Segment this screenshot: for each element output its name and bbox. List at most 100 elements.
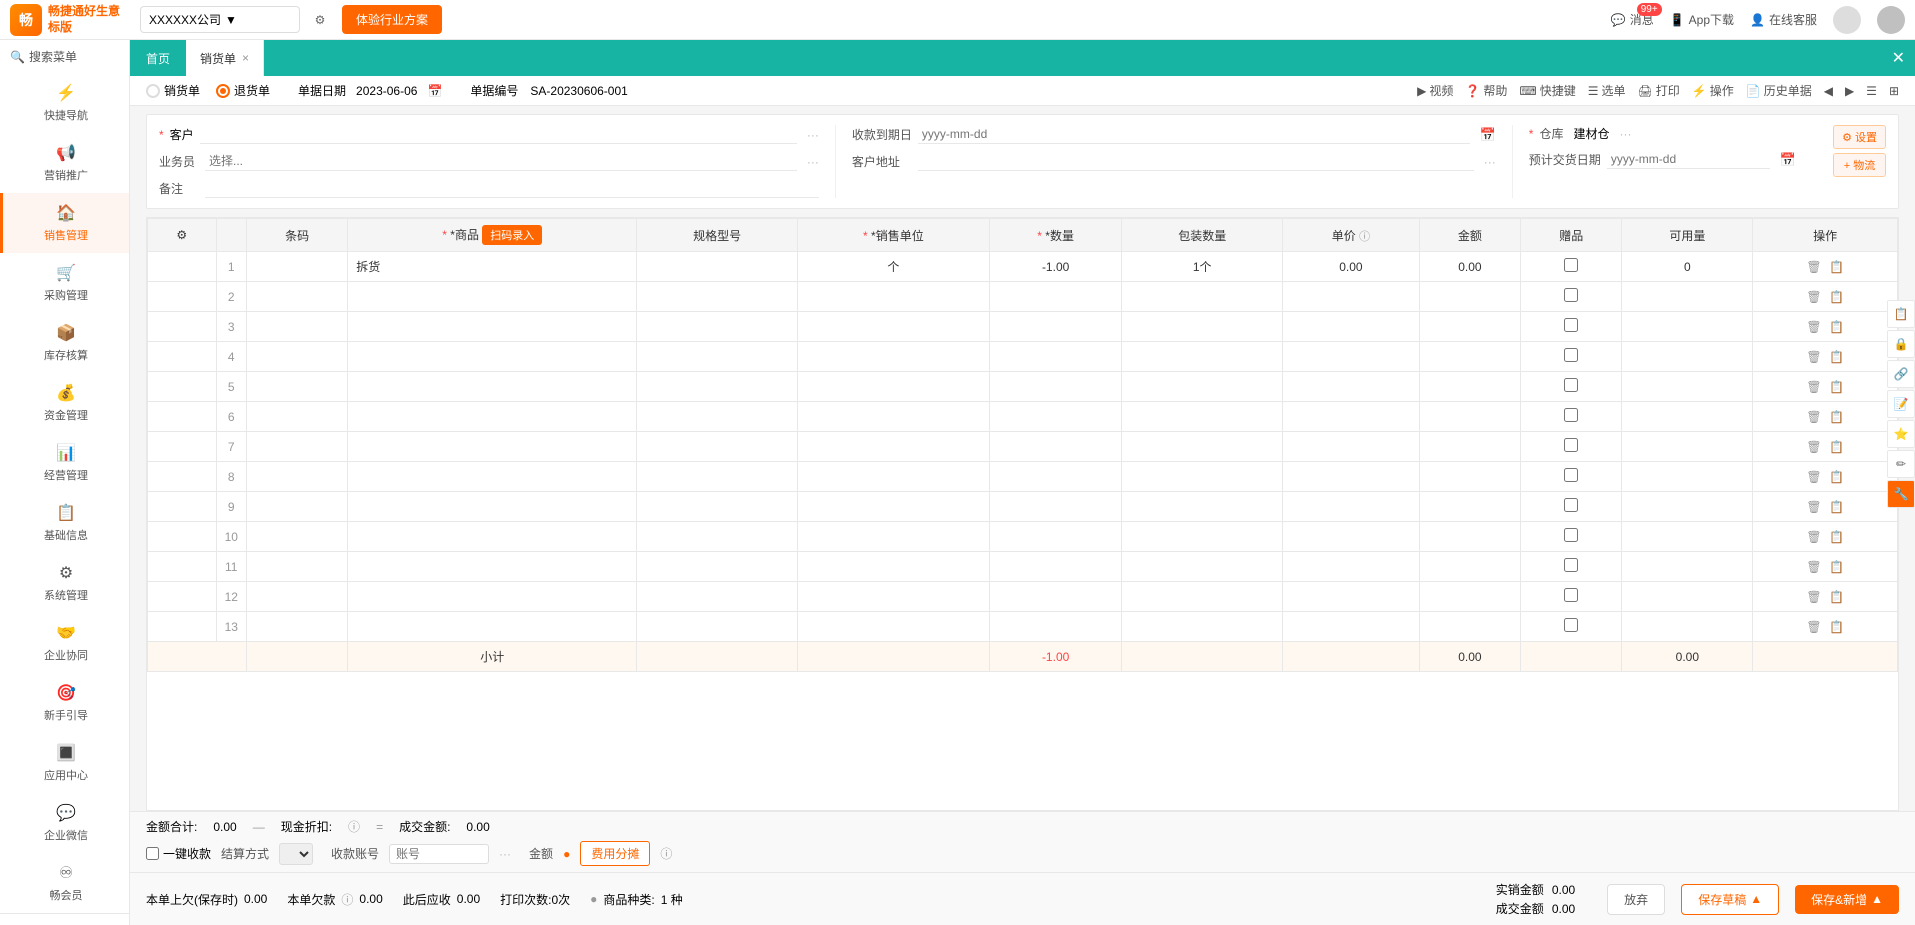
print-btn[interactable]: 🖨 打印: [1638, 82, 1680, 99]
salesperson-dots-icon[interactable]: ···: [807, 155, 819, 169]
tab-close-icon[interactable]: ×: [242, 51, 249, 65]
row-unit-11[interactable]: [797, 582, 989, 612]
view-list-btn[interactable]: ☰: [1866, 84, 1877, 98]
row-spec-6[interactable]: [637, 432, 798, 462]
copy-icon-2[interactable]: 📋: [1829, 320, 1844, 334]
row-unitprice-0[interactable]: 0.00: [1283, 252, 1420, 282]
row-product-5[interactable]: [348, 402, 637, 432]
warehouse-dots-icon[interactable]: ···: [1620, 127, 1632, 141]
gift-checkbox-0[interactable]: [1564, 258, 1578, 272]
row-unit-2[interactable]: [797, 312, 989, 342]
row-product-6[interactable]: [348, 432, 637, 462]
copy-icon-11[interactable]: 📋: [1829, 590, 1844, 604]
sidebar-item-guide[interactable]: 🎯 新手引导: [0, 673, 129, 733]
row-spec-4[interactable]: [637, 372, 798, 402]
row-gift-1[interactable]: [1521, 282, 1622, 312]
row-unit-9[interactable]: [797, 522, 989, 552]
row-packqty-10[interactable]: [1122, 552, 1283, 582]
row-gift-4[interactable]: [1521, 372, 1622, 402]
account-dots-icon[interactable]: ···: [499, 847, 511, 861]
copy-icon-6[interactable]: 📋: [1829, 440, 1844, 454]
row-gift-7[interactable]: [1521, 462, 1622, 492]
row-barcode-11[interactable]: [246, 582, 347, 612]
row-gift-12[interactable]: [1521, 612, 1622, 642]
gift-checkbox-11[interactable]: [1564, 588, 1578, 602]
float-btn-5[interactable]: ⭐: [1887, 420, 1915, 448]
sidebar-item-purchase[interactable]: 🛒 采购管理: [0, 253, 129, 313]
tab-sale-order[interactable]: 销货单 ×: [186, 40, 264, 76]
radio-return[interactable]: 退货单: [216, 82, 270, 99]
gift-checkbox-10[interactable]: [1564, 558, 1578, 572]
row-spec-10[interactable]: [637, 552, 798, 582]
row-packqty-0[interactable]: 1个: [1122, 252, 1283, 282]
delete-icon-9[interactable]: 🗑: [1806, 530, 1821, 544]
row-spec-8[interactable]: [637, 492, 798, 522]
video-btn[interactable]: ▶ 视频: [1417, 82, 1453, 99]
row-unitprice-6[interactable]: [1283, 432, 1420, 462]
app-download-button[interactable]: 📱 App下载: [1670, 11, 1734, 28]
row-barcode-4[interactable]: [246, 372, 347, 402]
logistics-button[interactable]: + 物流: [1833, 153, 1886, 177]
row-amount-0[interactable]: 0.00: [1419, 252, 1520, 282]
row-product-8[interactable]: [348, 492, 637, 522]
online-service-button[interactable]: 👤 在线客服: [1750, 11, 1817, 28]
save-new-button[interactable]: 保存&新增 ▲: [1795, 885, 1899, 914]
one-click-payment-check[interactable]: 一键收款: [146, 845, 211, 862]
account-input[interactable]: [389, 844, 489, 864]
discount-info-icon[interactable]: ⓘ: [348, 818, 360, 835]
row-unit-3[interactable]: [797, 342, 989, 372]
sidebar-item-marketing[interactable]: 📢 营销推广: [0, 133, 129, 193]
nav-prev-btn[interactable]: ◀: [1824, 84, 1833, 98]
gift-checkbox-4[interactable]: [1564, 378, 1578, 392]
sidebar-item-vip[interactable]: ♾ 畅会员: [0, 853, 129, 913]
row-amount-8[interactable]: [1419, 492, 1520, 522]
row-spec-7[interactable]: [637, 462, 798, 492]
delete-icon-1[interactable]: 🗑: [1806, 290, 1821, 304]
user-avatar[interactable]: [1833, 6, 1861, 34]
row-barcode-7[interactable]: [246, 462, 347, 492]
row-spec-1[interactable]: [637, 282, 798, 312]
copy-icon-4[interactable]: 📋: [1829, 380, 1844, 394]
copy-icon-10[interactable]: 📋: [1829, 560, 1844, 574]
copy-icon-7[interactable]: 📋: [1829, 470, 1844, 484]
float-btn-7[interactable]: 🔧: [1887, 480, 1915, 508]
row-gift-3[interactable]: [1521, 342, 1622, 372]
row-unitprice-1[interactable]: [1283, 282, 1420, 312]
delete-icon-5[interactable]: 🗑: [1806, 410, 1821, 424]
row-unit-5[interactable]: [797, 402, 989, 432]
payment-date-input[interactable]: [918, 125, 1470, 144]
row-qty-12[interactable]: [989, 612, 1122, 642]
gift-checkbox-12[interactable]: [1564, 618, 1578, 632]
row-amount-6[interactable]: [1419, 432, 1520, 462]
customer-address-input[interactable]: [918, 152, 1474, 171]
sidebar-item-inventory[interactable]: 📦 库存核算: [0, 313, 129, 373]
row-qty-6[interactable]: [989, 432, 1122, 462]
row-product-2[interactable]: [348, 312, 637, 342]
row-product-9[interactable]: [348, 522, 637, 552]
delete-icon-10[interactable]: 🗑: [1806, 560, 1821, 574]
row-amount-11[interactable]: [1419, 582, 1520, 612]
expense-button[interactable]: 费用分摊: [580, 841, 650, 866]
delete-icon-7[interactable]: 🗑: [1806, 470, 1821, 484]
row-product-3[interactable]: [348, 342, 637, 372]
row-packqty-7[interactable]: [1122, 462, 1283, 492]
view-grid-btn[interactable]: ⊞: [1889, 84, 1899, 98]
row-packqty-1[interactable]: [1122, 282, 1283, 312]
shortcut-btn[interactable]: ⌨ 快捷键: [1519, 82, 1575, 99]
copy-icon-5[interactable]: 📋: [1829, 410, 1844, 424]
row-qty-7[interactable]: [989, 462, 1122, 492]
delete-icon-4[interactable]: 🗑: [1806, 380, 1821, 394]
row-barcode-0[interactable]: [246, 252, 347, 282]
address-dots-icon[interactable]: ···: [1484, 155, 1496, 169]
product-type-icon[interactable]: ●: [590, 892, 597, 906]
row-amount-4[interactable]: [1419, 372, 1520, 402]
delete-icon-0[interactable]: 🗑: [1806, 260, 1821, 274]
row-amount-9[interactable]: [1419, 522, 1520, 552]
row-spec-9[interactable]: [637, 522, 798, 552]
row-qty-3[interactable]: [989, 342, 1122, 372]
row-unitprice-3[interactable]: [1283, 342, 1420, 372]
row-packqty-12[interactable]: [1122, 612, 1283, 642]
row-qty-2[interactable]: [989, 312, 1122, 342]
copy-icon-12[interactable]: 📋: [1829, 620, 1844, 634]
row-product-4[interactable]: [348, 372, 637, 402]
